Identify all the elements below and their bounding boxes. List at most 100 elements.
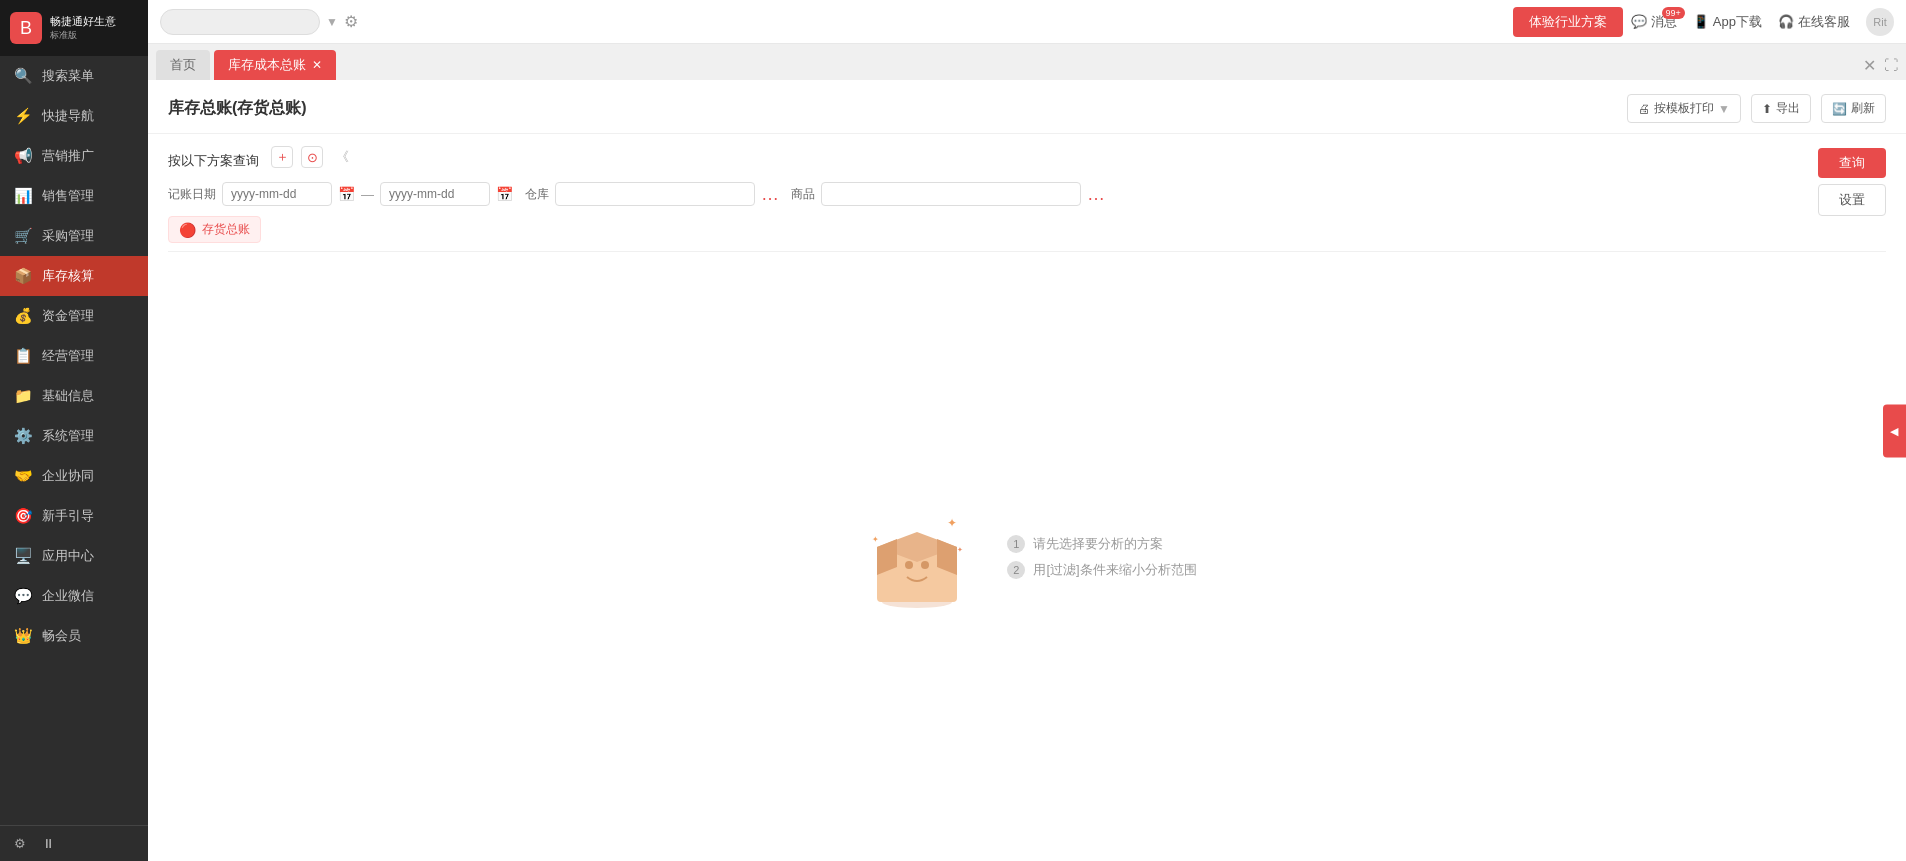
panel-controls: ✕ ⛶ xyxy=(1863,56,1898,75)
sidebar-item-system[interactable]: ⚙️ 系统管理 xyxy=(0,416,148,456)
app-logo: B 畅捷通好生意 标准版 xyxy=(0,0,148,56)
audio-bottom-icon[interactable]: ⏸ xyxy=(42,836,55,851)
tab-inventory-ledger[interactable]: 库存成本总账 ✕ xyxy=(214,50,336,80)
goods-filter-field: 商品 … xyxy=(791,182,1105,206)
svg-text:✦: ✦ xyxy=(872,535,879,544)
filter-controls: ＋ ⊙ 《 xyxy=(271,146,1810,168)
management-icon: 📋 xyxy=(14,347,32,365)
sidebar-item-marketing[interactable]: 📢 营销推广 xyxy=(0,136,148,176)
print-icon: 🖨 xyxy=(1638,102,1650,116)
page-title: 库存总账(存货总账) xyxy=(168,98,307,119)
date-separator: — xyxy=(361,187,374,202)
topbar-dropdown-icon[interactable]: ▼ xyxy=(326,15,338,29)
sidebar-item-wechat[interactable]: 💬 企业微信 xyxy=(0,576,148,616)
goods-label: 商品 xyxy=(791,186,815,203)
sidebar: B 畅捷通好生意 标准版 🔍 搜索菜单 ⚡ 快捷导航 📢 营销推广 📊 销售管理… xyxy=(0,0,148,861)
wechat-icon: 💬 xyxy=(14,587,32,605)
scheme-tag[interactable]: 🔴 存货总账 xyxy=(168,216,261,243)
sidebar-item-label: 基础信息 xyxy=(42,387,94,405)
app-version: 标准版 xyxy=(50,29,116,42)
date-end-input[interactable] xyxy=(380,182,490,206)
sidebar-item-search[interactable]: 🔍 搜索菜单 xyxy=(0,56,148,96)
sidebar-item-label: 应用中心 xyxy=(42,547,94,565)
sidebar-item-label: 营销推广 xyxy=(42,147,94,165)
warehouse-filter-field: 仓库 … xyxy=(525,182,779,206)
settings-button[interactable]: 设置 xyxy=(1818,184,1886,216)
app-download-button[interactable]: 📱 App下载 xyxy=(1693,13,1762,31)
warehouse-label: 仓库 xyxy=(525,186,549,203)
settings-bottom-icon[interactable]: ⚙ xyxy=(14,836,26,851)
empty-text: 1 请先选择要分析的方案 2 用[过滤]条件来缩小分析范围 xyxy=(1007,531,1196,583)
sidebar-item-label: 系统管理 xyxy=(42,427,94,445)
industry-solution-button[interactable]: 体验行业方案 xyxy=(1513,7,1623,37)
sidebar-item-management[interactable]: 📋 经营管理 xyxy=(0,336,148,376)
cooperation-icon: 🤝 xyxy=(14,467,32,485)
goods-input[interactable] xyxy=(821,182,1081,206)
date-start-input[interactable] xyxy=(222,182,332,206)
svg-text:✦: ✦ xyxy=(947,516,957,530)
right-edge-button[interactable]: ◀ xyxy=(1883,404,1906,457)
filter-section: 按以下方案查询 ＋ ⊙ 《 记账日期 📅 — 📅 xyxy=(148,134,1906,251)
tabs-bar: 首页 库存成本总账 ✕ ✕ ⛶ xyxy=(148,44,1906,80)
svg-text:✦: ✦ xyxy=(957,546,963,553)
filter-row: 记账日期 📅 — 📅 仓库 … 商品 xyxy=(168,176,1810,206)
sidebar-item-guide[interactable]: 🎯 新手引导 xyxy=(0,496,148,536)
sidebar-item-funds[interactable]: 💰 资金管理 xyxy=(0,296,148,336)
sidebar-item-member[interactable]: 👑 畅会员 xyxy=(0,616,148,656)
app-download-label: App下载 xyxy=(1713,13,1762,31)
tab-close-icon[interactable]: ✕ xyxy=(312,59,322,71)
sidebar-item-app-center[interactable]: 🖥️ 应用中心 xyxy=(0,536,148,576)
avatar[interactable]: Rit xyxy=(1866,8,1894,36)
sidebar-item-label: 快捷导航 xyxy=(42,107,94,125)
online-service-button[interactable]: 🎧 在线客服 xyxy=(1778,13,1850,31)
sidebar-item-label: 畅会员 xyxy=(42,627,81,645)
message-icon: 💬 xyxy=(1631,14,1647,29)
goods-more-icon[interactable]: … xyxy=(1087,185,1105,203)
filter-add-button[interactable]: ＋ xyxy=(271,146,293,168)
filter-more-button[interactable]: ⊙ xyxy=(301,146,323,168)
sidebar-item-label: 企业微信 xyxy=(42,587,94,605)
svg-point-8 xyxy=(905,561,913,569)
filter-collapse-icon[interactable]: 《 xyxy=(331,146,353,168)
tab-inventory-ledger-label: 库存成本总账 xyxy=(228,56,306,74)
sidebar-item-label: 搜索菜单 xyxy=(42,67,94,85)
refresh-icon: 🔄 xyxy=(1832,102,1847,116)
sidebar-item-cooperation[interactable]: 🤝 企业协同 xyxy=(0,456,148,496)
close-panel-button[interactable]: ✕ xyxy=(1863,56,1876,75)
sidebar-item-quick-nav[interactable]: ⚡ 快捷导航 xyxy=(0,96,148,136)
topbar: ▼ ⚙ 体验行业方案 💬 消息 99+ 📱 App下载 🎧 在线客服 Rit xyxy=(148,0,1906,44)
filter-label: 按以下方案查询 xyxy=(168,146,259,170)
sidebar-item-inventory[interactable]: 📦 库存核算 xyxy=(0,256,148,296)
warehouse-more-icon[interactable]: … xyxy=(761,185,779,203)
print-button[interactable]: 🖨 按模板打印 ▼ xyxy=(1627,94,1741,123)
topbar-search-area: ▼ ⚙ xyxy=(160,9,1505,35)
tab-home[interactable]: 首页 xyxy=(156,50,210,80)
sidebar-item-purchase[interactable]: 🛒 采购管理 xyxy=(0,216,148,256)
warehouse-input[interactable] xyxy=(555,182,755,206)
search-icon: 🔍 xyxy=(14,67,32,85)
topbar-settings-icon[interactable]: ⚙ xyxy=(344,12,358,31)
sidebar-item-basic-info[interactable]: 📁 基础信息 xyxy=(0,376,148,416)
calendar-end-icon[interactable]: 📅 xyxy=(496,186,513,202)
calendar-start-icon[interactable]: 📅 xyxy=(338,186,355,202)
online-service-label: 在线客服 xyxy=(1798,13,1850,31)
filter-scheme-area: 🔴 存货总账 xyxy=(168,212,1810,251)
app-name: 畅捷通好生意 xyxy=(50,14,116,29)
sidebar-item-label: 企业协同 xyxy=(42,467,94,485)
export-button[interactable]: ⬆ 导出 xyxy=(1751,94,1811,123)
topbar-search-box xyxy=(160,9,320,35)
scheme-icon: 🔴 xyxy=(179,222,196,238)
date-label: 记账日期 xyxy=(168,186,216,203)
expand-panel-button[interactable]: ⛶ xyxy=(1884,57,1898,73)
headset-icon: 🎧 xyxy=(1778,14,1794,29)
sidebar-item-sales[interactable]: 📊 销售管理 xyxy=(0,176,148,216)
content-area: 库存总账(存货总账) 🖨 按模板打印 ▼ ⬆ 导出 🔄 刷新 xyxy=(148,80,1906,861)
refresh-button[interactable]: 🔄 刷新 xyxy=(1821,94,1886,123)
funds-icon: 💰 xyxy=(14,307,32,325)
sidebar-item-label: 经营管理 xyxy=(42,347,94,365)
member-icon: 👑 xyxy=(14,627,32,645)
query-button[interactable]: 查询 xyxy=(1818,148,1886,178)
guide-icon: 🎯 xyxy=(14,507,32,525)
sidebar-bottom: ⚙ ⏸ xyxy=(0,825,148,861)
message-button[interactable]: 💬 消息 99+ xyxy=(1631,13,1677,31)
